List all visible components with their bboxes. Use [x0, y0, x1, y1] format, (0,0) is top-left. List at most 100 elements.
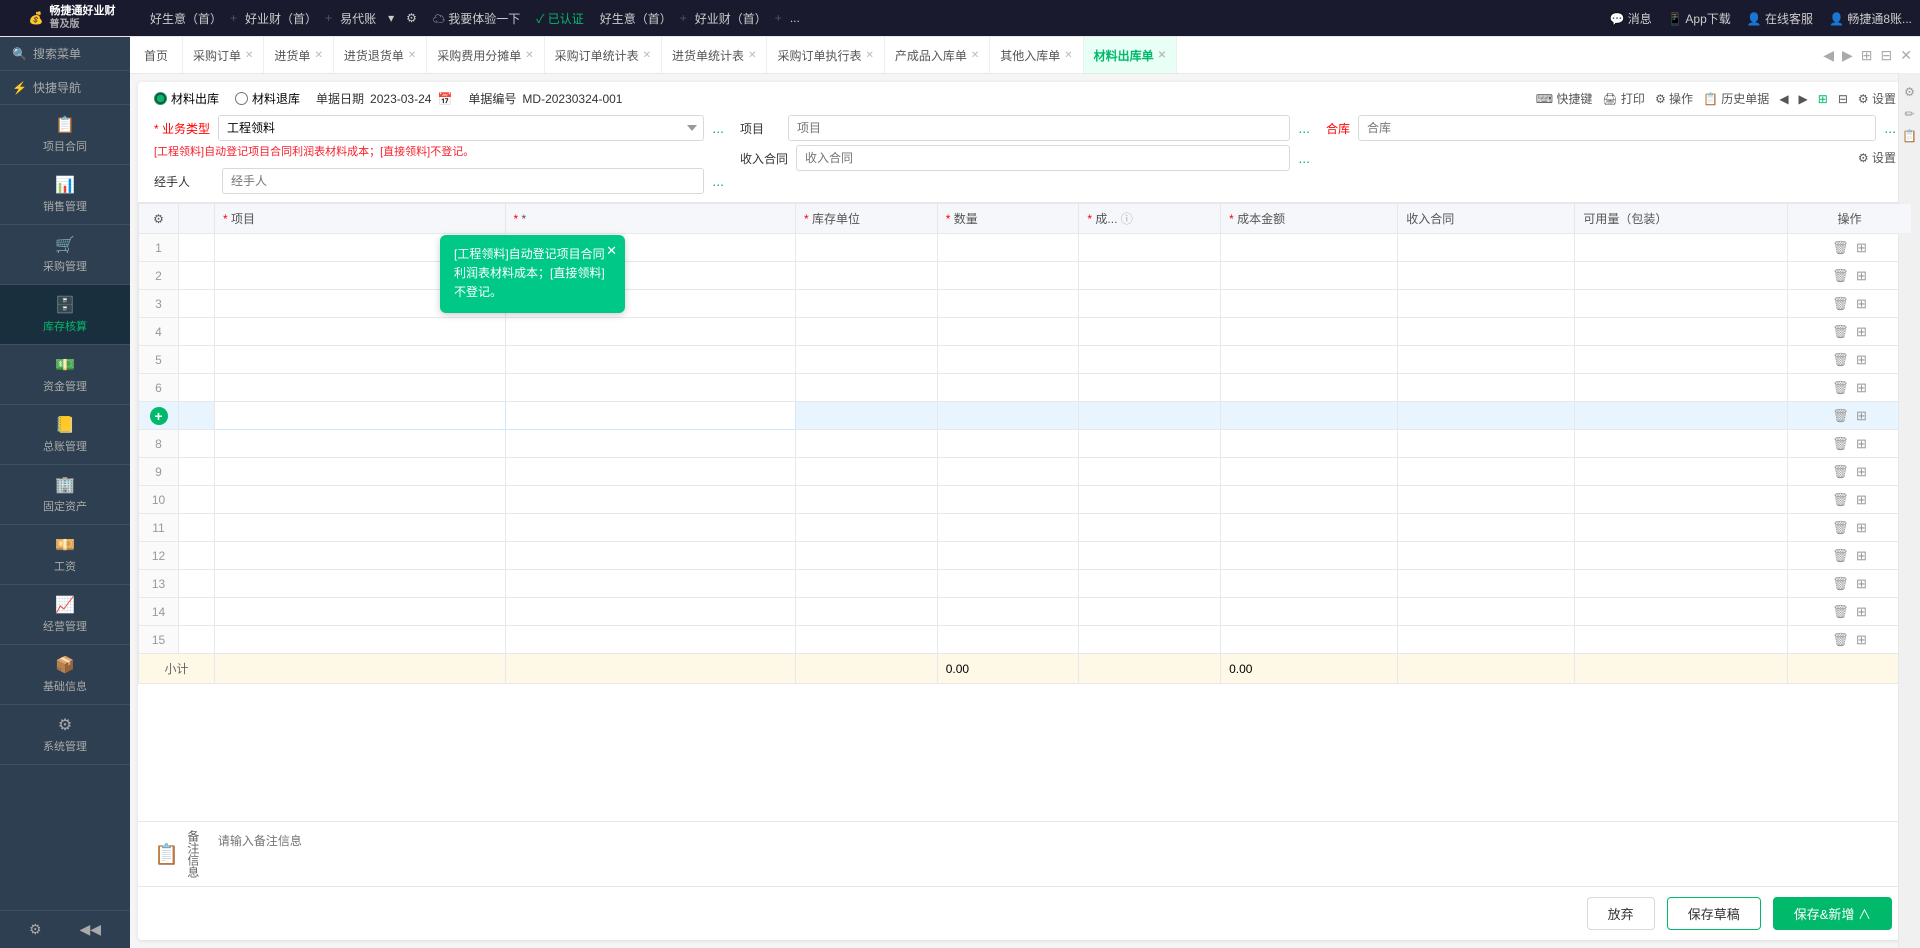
tab-material-outbound[interactable]: 材料出库单 ✕: [1084, 37, 1177, 73]
row-5-qty[interactable]: [937, 346, 1079, 374]
sidebar-item-system[interactable]: ⚙ 系统管理: [0, 705, 130, 765]
row-4-qty[interactable]: [937, 318, 1079, 346]
row-6-cost[interactable]: [1079, 374, 1221, 402]
top-nav-haoshengyi[interactable]: 好生意（首）: [142, 10, 230, 27]
row-4-spec[interactable]: [505, 318, 796, 346]
sidebar-settings-btn[interactable]: ⚙: [29, 921, 42, 938]
save-draft-button[interactable]: 保存草稿: [1667, 897, 1761, 930]
tab-inbound-return[interactable]: 进货退货单 ✕: [334, 37, 427, 73]
print-btn[interactable]: 🖨 打印: [1602, 90, 1645, 107]
tab-close-other-inbound[interactable]: ✕: [1064, 50, 1072, 61]
sidebar-item-inventory[interactable]: 🗄️ 库存核算: [0, 285, 130, 345]
grid-view-btn[interactable]: ⊞: [1818, 92, 1828, 106]
right-panel-icon-3[interactable]: 📋: [1903, 129, 1917, 144]
income-contract-input[interactable]: [796, 145, 1290, 171]
row-5-spec[interactable]: [505, 346, 796, 374]
row-7-cost[interactable]: [1079, 402, 1221, 430]
project-input[interactable]: [788, 115, 1290, 141]
row-7-cost-amt[interactable]: [1221, 402, 1398, 430]
sidebar-item-purchase[interactable]: 🛒 采购管理: [0, 225, 130, 285]
tab-list-view[interactable]: ⊟: [1881, 47, 1893, 64]
tab-close-inbound-stat[interactable]: ✕: [748, 50, 756, 61]
top-nav-yidaizhang[interactable]: 易代账: [332, 10, 384, 27]
row-7-spec-input[interactable]: [505, 402, 796, 430]
row-2-cost[interactable]: [1079, 262, 1221, 290]
row-3-copy-btn[interactable]: ⊞: [1856, 296, 1867, 311]
next-btn[interactable]: ▶: [1799, 92, 1808, 106]
history-btn[interactable]: 📋 历史单据: [1703, 90, 1769, 107]
row-6-available[interactable]: [1575, 374, 1788, 402]
row-4-item[interactable]: [215, 318, 506, 346]
list-view-btn[interactable]: ⊟: [1838, 92, 1848, 106]
tab-purchase-order[interactable]: 采购订单 ✕: [183, 37, 264, 73]
row-6-delete-btn[interactable]: 🗑: [1832, 380, 1849, 395]
row-4-income[interactable]: [1398, 318, 1575, 346]
row-3-cost-amt[interactable]: [1221, 290, 1398, 318]
top-nav-haoshengyi2[interactable]: 好生意（首）: [592, 10, 680, 27]
row-3-income[interactable]: [1398, 290, 1575, 318]
row-6-copy-btn[interactable]: ⊞: [1856, 380, 1867, 395]
sidebar-quicknav[interactable]: ⚡ 快捷导航: [0, 71, 130, 105]
top-online-service[interactable]: 👤 在线客服: [1747, 10, 1813, 27]
row-7-delete-btn[interactable]: 🗑: [1832, 408, 1849, 423]
sidebar-item-basic[interactable]: 📦 基础信息: [0, 645, 130, 705]
row-12-delete-btn[interactable]: 🗑: [1832, 548, 1849, 563]
row-6-cost-amt[interactable]: [1221, 374, 1398, 402]
row-10-delete-btn[interactable]: 🗑: [1832, 492, 1849, 507]
top-nav-dropdown[interactable]: ▾: [384, 11, 398, 25]
sidebar-item-operations[interactable]: 📈 经营管理: [0, 585, 130, 645]
top-nav-more[interactable]: ...: [782, 11, 808, 25]
row-5-unit[interactable]: [796, 346, 938, 374]
row-9-copy-btn[interactable]: ⊞: [1856, 464, 1867, 479]
row-8-cost[interactable]: [1079, 430, 1221, 458]
row-8-unit[interactable]: [796, 430, 938, 458]
tab-close-all[interactable]: ✕: [1900, 47, 1912, 64]
row-5-cost[interactable]: [1079, 346, 1221, 374]
row-7-available[interactable]: [1575, 402, 1788, 430]
tab-grid-view[interactable]: ⊞: [1861, 47, 1873, 64]
tab-close-purchase-stat[interactable]: ✕: [643, 50, 651, 61]
sidebar-item-sales[interactable]: 📊 销售管理: [0, 165, 130, 225]
row-4-unit[interactable]: [796, 318, 938, 346]
row-8-qty[interactable]: [937, 430, 1079, 458]
tab-other-inbound[interactable]: 其他入库单 ✕: [990, 37, 1083, 73]
row-2-copy-btn[interactable]: ⊞: [1856, 268, 1867, 283]
notes-input[interactable]: [214, 830, 1896, 852]
top-nav-haoyecai[interactable]: 好业财（首）: [237, 10, 325, 27]
row-6-income[interactable]: [1398, 374, 1575, 402]
row-4-delete-btn[interactable]: 🗑: [1832, 324, 1849, 339]
quick-key-btn[interactable]: ⌨ 快捷键: [1536, 90, 1593, 107]
row-7-unit[interactable]: [796, 402, 938, 430]
row-3-qty[interactable]: [937, 290, 1079, 318]
right-panel-icon-1[interactable]: ⚙: [1903, 85, 1917, 99]
project-dots[interactable]: ...: [1298, 120, 1310, 136]
tab-collapse-right[interactable]: ▶: [1842, 47, 1853, 64]
row-6-item[interactable]: [215, 374, 506, 402]
top-nav-haoyecai2[interactable]: 好业财（首）: [687, 10, 775, 27]
tab-purchase-stat[interactable]: 采购订单统计表 ✕: [545, 37, 662, 73]
sidebar-item-payroll[interactable]: 💴 工资: [0, 525, 130, 585]
radio-material-return[interactable]: 材料退库: [235, 90, 300, 107]
sidebar-item-assets[interactable]: 🏢 固定资产: [0, 465, 130, 525]
tab-close-inbound-return[interactable]: ✕: [408, 50, 416, 61]
row-5-item[interactable]: [215, 346, 506, 374]
tab-close-purchase-expense[interactable]: ✕: [525, 50, 533, 61]
tab-close-material-outbound[interactable]: ✕: [1158, 50, 1166, 61]
row-4-cost-amt[interactable]: [1221, 318, 1398, 346]
discard-button[interactable]: 放弃: [1587, 897, 1655, 930]
row-2-cost-amt[interactable]: [1221, 262, 1398, 290]
top-nav-settings[interactable]: ⚙: [398, 11, 425, 25]
row-3-delete-btn[interactable]: 🗑: [1832, 296, 1849, 311]
row-6-spec[interactable]: [505, 374, 796, 402]
tab-purchase-exec[interactable]: 采购订单执行表 ✕: [767, 37, 884, 73]
row-9-delete-btn[interactable]: 🗑: [1832, 464, 1849, 479]
row-7-copy-btn[interactable]: ⊞: [1856, 408, 1867, 423]
row-14-copy-btn[interactable]: ⊞: [1856, 604, 1867, 619]
top-user[interactable]: 👤 畅捷通8账...: [1829, 10, 1912, 27]
tab-close-purchase-exec[interactable]: ✕: [865, 50, 873, 61]
top-app-download[interactable]: 📱 App下载: [1668, 10, 1731, 27]
row-5-available[interactable]: [1575, 346, 1788, 374]
warehouse-dots[interactable]: ...: [1884, 120, 1896, 136]
top-msg[interactable]: 💬 消息: [1610, 10, 1652, 27]
row-7-qty[interactable]: [937, 402, 1079, 430]
